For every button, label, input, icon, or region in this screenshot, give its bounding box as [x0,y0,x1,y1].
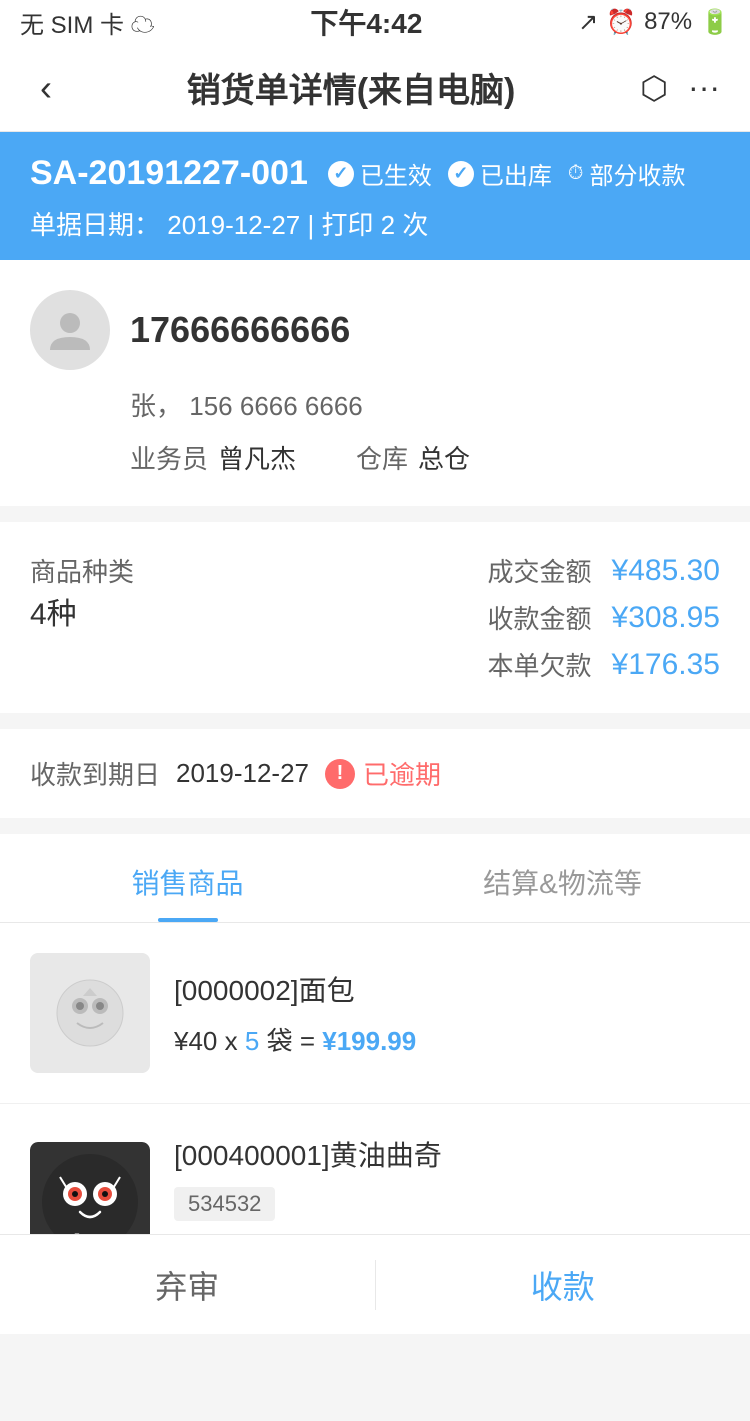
qty-1: 5 [245,1026,259,1056]
banner-badges: 已生效 已出库 ⏱ 部分收款 [328,156,686,191]
total-1: ¥199.99 [322,1026,416,1056]
product-types-value: 4种 [30,589,134,633]
battery-status: 87% [644,8,692,36]
overdue-text: 已逾期 [363,755,441,792]
overdue-icon: ! [325,759,355,789]
page-title: 销货单详情(来自电脑) [187,63,516,112]
status-bar-left: 无 SIM 卡 ☁ [20,5,155,40]
unit-price-1: ¥40 [174,1026,217,1056]
warehouse-item: 仓库 总仓 [356,439,470,476]
nav-actions: ⬡ ··· [640,69,720,107]
amount-label: 成交金额 [488,552,592,589]
badge-effective-label: 已生效 [360,156,432,191]
received-line: 收款金额 ¥308.95 [488,599,720,636]
received-label: 收款金额 [488,599,592,636]
due-date-value: 2019-12-27 [176,758,309,789]
badge-shipped: 已出库 [448,156,552,191]
due-section: 收款到期日 2019-12-27 ! 已逾期 [0,729,750,818]
customer-contact: 张， 156 6666 6666 [30,386,720,423]
product-price-1: ¥40 x 5 袋 = ¥199.99 [174,1021,720,1058]
customer-name: 张， [130,391,182,421]
date-label: 单据日期： [30,210,160,240]
product-name-2: [000400001]黄油曲奇 [174,1134,720,1174]
product-sku-2: 534532 [174,1187,275,1221]
placeholder-icon-1 [55,978,125,1048]
tabs: 销售商品 结算&物流等 [0,834,750,923]
order-id: SA-20191227-001 [30,154,308,193]
share-icon[interactable]: ⬡ [640,69,668,107]
badge-partial: ⏱ 部分收款 [568,156,686,191]
bottom-bar: 弃审 收款 [0,1234,750,1334]
banner-row1: SA-20191227-001 已生效 已出库 ⏱ 部分收款 [30,154,720,193]
badge-effective: 已生效 [328,156,432,191]
status-bar-right: ↗ ⏰ 87% 🔋 [578,8,730,37]
tab-sales-products[interactable]: 销售商品 [0,834,375,922]
product-info-1: [0000002]面包 ¥40 x 5 袋 = ¥199.99 [174,969,720,1058]
sales-label: 业务员 [130,439,208,476]
customer-meta: 业务员 曾凡杰 仓库 总仓 [30,439,720,476]
location-icon: ↗ [578,8,598,37]
order-date: 2019-12-27 [167,210,300,240]
debt-line: 本单欠款 ¥176.35 [488,646,720,683]
alarm-icon: ⏰ [606,8,636,37]
customer-phone: 17666666666 [130,309,350,351]
product-name-1: [0000002]面包 [174,969,720,1009]
check-icon-2 [448,161,474,187]
avatar-icon [45,305,95,355]
print-info: | 打印 2 次 [307,210,428,240]
status-bar-time: 下午4:42 [310,2,422,42]
clock-icon: ⏱ [568,162,584,185]
back-button[interactable]: ‹ [30,57,62,119]
header-banner: SA-20191227-001 已生效 已出库 ⏱ 部分收款 单据日期： 201… [0,132,750,260]
summary-row: 商品种类 4种 成交金额 ¥485.30 收款金额 ¥308.95 本单欠款 ¥… [30,552,720,683]
overdue-badge: ! 已逾期 [325,755,441,792]
customer-contact-phone: 156 6666 6666 [189,391,363,421]
customer-header: 17666666666 [30,290,720,370]
tab-settlement[interactable]: 结算&物流等 [375,834,750,922]
summary-left: 商品种类 4种 [30,552,134,633]
sales-item: 业务员 曾凡杰 [130,439,296,476]
battery-icon: 🔋 [700,8,730,37]
product-item: [0000002]面包 ¥40 x 5 袋 = ¥199.99 [0,923,750,1104]
status-bar: 无 SIM 卡 ☁ 下午4:42 ↗ ⏰ 87% 🔋 [0,0,750,44]
received-value: ¥308.95 [612,601,720,635]
badge-shipped-label: 已出库 [480,156,552,191]
customer-avatar [30,290,110,370]
warehouse-name: 总仓 [418,439,470,476]
due-date-label: 收款到期日 [30,755,160,792]
unit-1: 袋 [267,1026,293,1056]
summary-right: 成交金额 ¥485.30 收款金额 ¥308.95 本单欠款 ¥176.35 [488,552,720,683]
more-icon[interactable]: ··· [688,69,720,106]
amount-value: ¥485.30 [612,554,720,588]
amount-line: 成交金额 ¥485.30 [488,552,720,589]
check-icon-1 [328,161,354,187]
cancel-button[interactable]: 弃审 [0,1235,375,1334]
summary-section: 商品种类 4种 成交金额 ¥485.30 收款金额 ¥308.95 本单欠款 ¥… [0,522,750,713]
sales-name: 曾凡杰 [218,439,296,476]
customer-section: 17666666666 张， 156 6666 6666 业务员 曾凡杰 仓库 … [0,260,750,506]
warehouse-label: 仓库 [356,439,408,476]
badge-partial-label: 部分收款 [590,156,686,191]
product-thumb-1 [30,953,150,1073]
product-placeholder-1 [30,953,150,1073]
banner-date-row: 单据日期： 2019-12-27 | 打印 2 次 [30,205,720,242]
product-types-label: 商品种类 [30,552,134,589]
debt-value: ¥176.35 [612,648,720,682]
sim-status: 无 SIM 卡 ☁ [20,5,155,40]
debt-label: 本单欠款 [488,646,592,683]
confirm-button[interactable]: 收款 [376,1235,750,1334]
nav-bar: ‹ 销货单详情(来自电脑) ⬡ ··· [0,44,750,132]
